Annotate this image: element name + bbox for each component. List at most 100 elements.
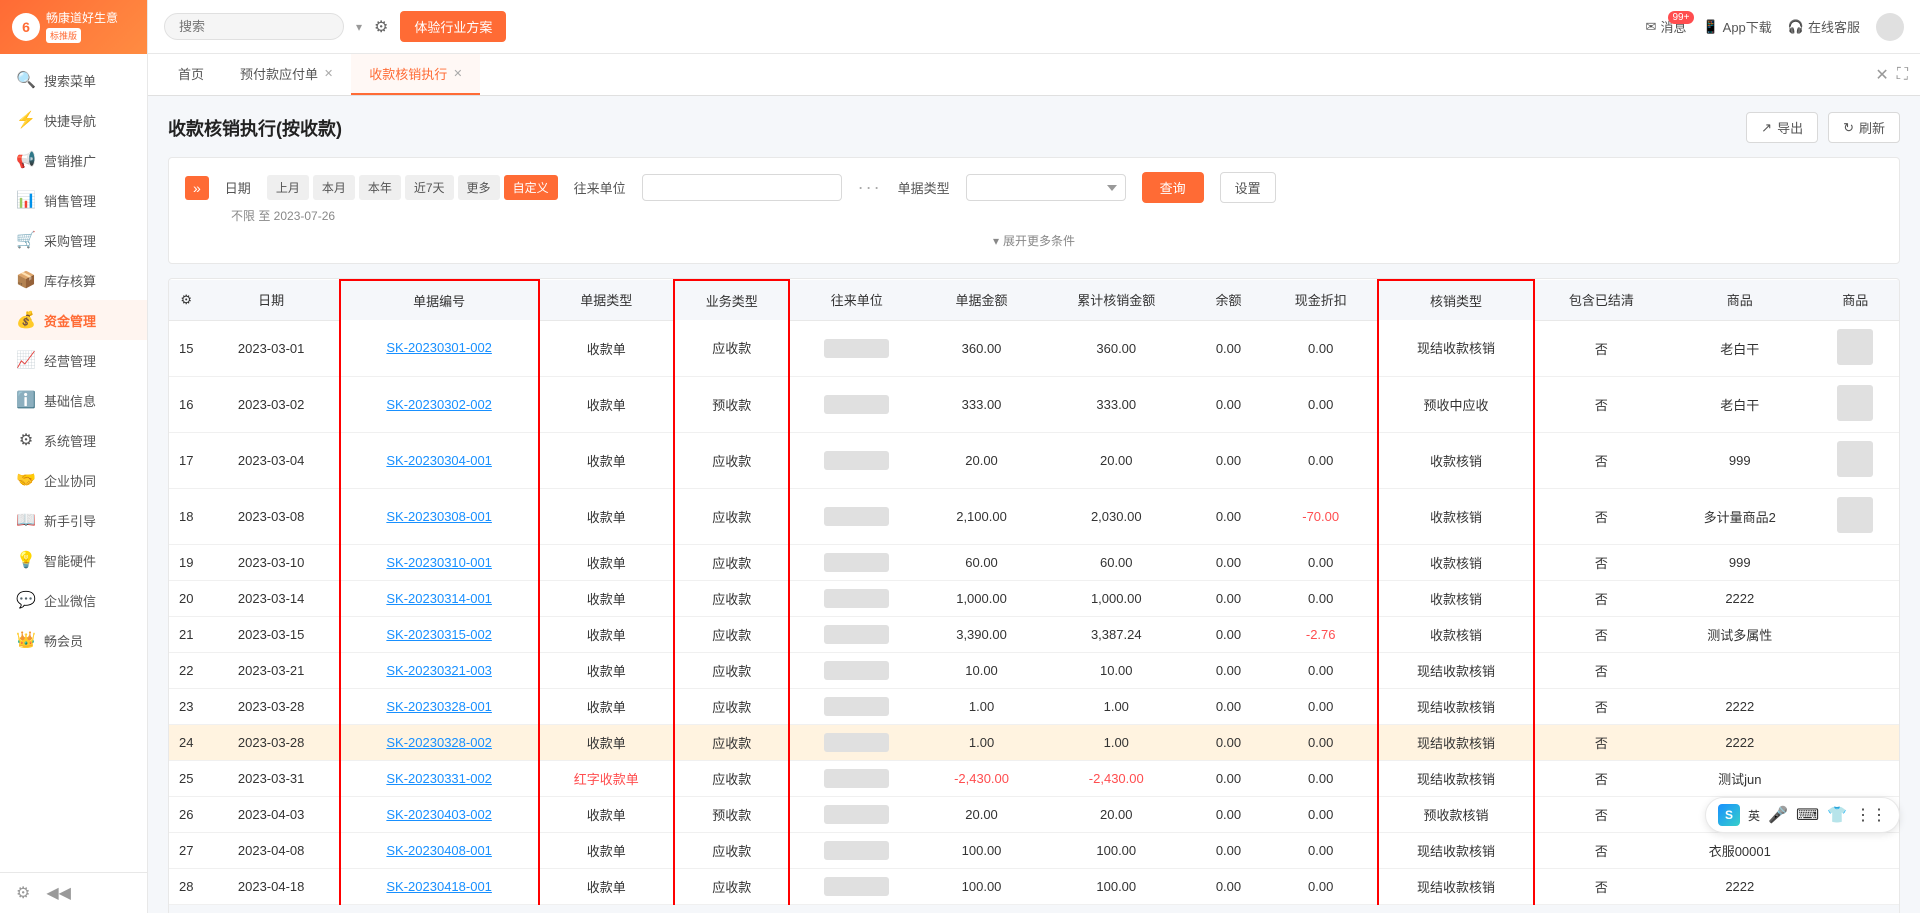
sidebar-item-搜索菜单[interactable]: 🔍搜索菜单 [0,60,147,100]
expand-more-btn[interactable]: ▾ 展开更多条件 [993,232,1075,249]
footer-settings-icon[interactable]: ⚙ [16,883,30,903]
app-download-link[interactable]: 📱 App下载 [1702,17,1771,36]
sidebar-item-智能硬件[interactable]: 💡智能硬件 [0,540,147,580]
receipt-no-link[interactable]: SK-20230310-001 [386,555,492,570]
expand-tab-btn[interactable]: ⛶ [1897,66,1908,84]
receipt-no-link[interactable]: SK-20230315-002 [386,627,492,642]
export-button[interactable]: ↗ 导出 [1746,112,1818,143]
custom-date-btn[interactable]: 自定义 [504,175,558,200]
receipt-no-link[interactable]: SK-20230302-002 [386,397,492,412]
tab-prepay-close[interactable]: ✕ [324,67,333,80]
float-text: 英 [1748,807,1760,824]
table-row: 27 2023-04-08 SK-20230408-001 收款单 应收款 ██… [169,832,1899,868]
sidebar-item-库存核算[interactable]: 📦库存核算 [0,260,147,300]
close-tab-btn[interactable]: ✕ [1875,65,1888,85]
user-avatar[interactable] [1876,13,1904,41]
cell-balance: 0.00 [1193,652,1265,688]
sidebar-item-企业微信[interactable]: 💬企业微信 [0,580,147,620]
table-row: 16 2023-03-02 SK-20230302-002 收款单 预收款 ██… [169,376,1899,432]
cell-amount: 1,000.00 [923,580,1040,616]
tab-verify[interactable]: 收款核销执行 ✕ [351,54,480,95]
query-button[interactable]: 查询 [1142,172,1204,203]
filter-dots: ··· [858,177,882,198]
sidebar-item-销售管理[interactable]: 📊销售管理 [0,180,147,220]
receipt-no-link[interactable]: SK-20230418-001 [386,879,492,894]
cell-verified-amount: 100.00 [1040,832,1193,868]
receipt-no-link[interactable]: SK-20230308-001 [386,509,492,524]
shirt-icon[interactable]: 👕 [1827,805,1847,825]
sidebar-item-企业协同[interactable]: 🤝企业协同 [0,460,147,500]
filter-area: » 日期 上月 本月 本年 近7天 更多 自定义 往来单位 ··· 单据类型 [168,157,1900,264]
cell-no: 16 [169,376,203,432]
sidebar-item-资金管理[interactable]: 💰资金管理 [0,300,147,340]
cell-verify-type: 收款核销 [1378,616,1534,652]
topbar-right: ✉ 消息 99+ 📱 App下载 🎧 在线客服 [1646,13,1904,41]
cell-verified-amount: 1.00 [1040,688,1193,724]
messages-button[interactable]: ✉ 消息 99+ [1646,17,1687,36]
cell-amount: 10.00 [923,652,1040,688]
solution-button[interactable]: 体验行业方案 [400,11,506,42]
sidebar-item-采购管理[interactable]: 🛒采购管理 [0,220,147,260]
last-month-btn[interactable]: 上月 [267,175,309,200]
footer-collapse-icon[interactable]: ◀◀ [46,883,71,903]
cell-verify-type: 收款核销 [1378,432,1534,488]
page-header: 收款核销执行(按收款) ↗ 导出 ↻ 刷新 [168,112,1900,143]
topbar-gear-icon[interactable]: ⚙ [374,17,388,37]
online-service-link[interactable]: 🎧 在线客服 [1788,17,1860,36]
tab-verify-close[interactable]: ✕ [453,67,462,80]
tab-prepay[interactable]: 预付款应付单 ✕ [222,54,351,95]
cell-verify-type: 现结收款核销 [1378,760,1534,796]
counterparty-input[interactable] [642,174,842,201]
th-date: 日期 [203,280,339,320]
more-dates-btn[interactable]: 更多 [458,175,500,200]
cell-date: 2023-04-18 [203,868,339,904]
receipt-no-link[interactable]: SK-20230328-002 [386,735,492,750]
collapse-filter-btn[interactable]: » [185,176,209,200]
sidebar-item-新手引导[interactable]: 📖新手引导 [0,500,147,540]
table-row: 24 2023-03-28 SK-20230328-002 收款单 应收款 ██… [169,724,1899,760]
receipt-no-link[interactable]: SK-20230331-002 [386,771,492,786]
cell-receipt-no: SK-20230310-001 [340,544,539,580]
cell-product2 [1812,432,1899,488]
cell-counterparty: ████ [789,488,923,544]
th-settings[interactable]: ⚙ [169,280,203,320]
cell-counterparty: ████ [789,724,923,760]
sidebar-item-营销推广[interactable]: 📢营销推广 [0,140,147,180]
cell-include-settled: 否 [1534,760,1668,796]
receipt-type-filter-label: 单据类型 [898,178,950,197]
th-amount: 单据金额 [923,280,1040,320]
cell-verified-amount: 20.00 [1040,796,1193,832]
sidebar-item-基础信息[interactable]: ℹ️基础信息 [0,380,147,420]
sidebar-item-畅会员[interactable]: 👑畅会员 [0,620,147,660]
this-month-btn[interactable]: 本月 [313,175,355,200]
filter-setting-button[interactable]: 设置 [1220,172,1276,203]
sidebar-item-快捷导航[interactable]: ⚡快捷导航 [0,100,147,140]
cell-include-settled: 否 [1534,796,1668,832]
receipt-no-link[interactable]: SK-20230408-001 [386,843,492,858]
receipt-no-link[interactable]: SK-20230321-003 [386,663,492,678]
cell-receipt-no: SK-20230328-002 [340,724,539,760]
receipt-no-link[interactable]: SK-20230304-001 [386,453,492,468]
receipt-no-link[interactable]: SK-20230314-001 [386,591,492,606]
cell-balance: 0.00 [1193,488,1265,544]
receipt-no-link[interactable]: SK-20230328-001 [386,699,492,714]
sidebar-item-系统管理[interactable]: ⚙系统管理 [0,420,147,460]
topbar-arrow-icon[interactable]: ▾ [356,20,362,34]
this-year-btn[interactable]: 本年 [359,175,401,200]
cell-no: 19 [169,544,203,580]
tab-home[interactable]: 首页 [160,54,222,95]
receipt-type-select[interactable] [966,174,1126,201]
cell-verified-amount: 333.00 [1040,376,1193,432]
cell-amount: 3,390.00 [923,616,1040,652]
search-input[interactable] [164,13,344,40]
refresh-button[interactable]: ↻ 刷新 [1828,112,1900,143]
receipt-no-link[interactable]: SK-20230403-002 [386,807,492,822]
cell-cash-discount: 0.00 [1264,724,1378,760]
mic-icon[interactable]: 🎤 [1768,805,1788,825]
tab-verify-label: 收款核销执行 [369,64,447,83]
last-7days-btn[interactable]: 近7天 [405,175,454,200]
keyboard-icon[interactable]: ⌨ [1796,805,1819,825]
receipt-no-link[interactable]: SK-20230301-002 [386,340,492,355]
grid-icon[interactable]: ⋮⋮ [1855,805,1887,825]
sidebar-item-经营管理[interactable]: 📈经营管理 [0,340,147,380]
